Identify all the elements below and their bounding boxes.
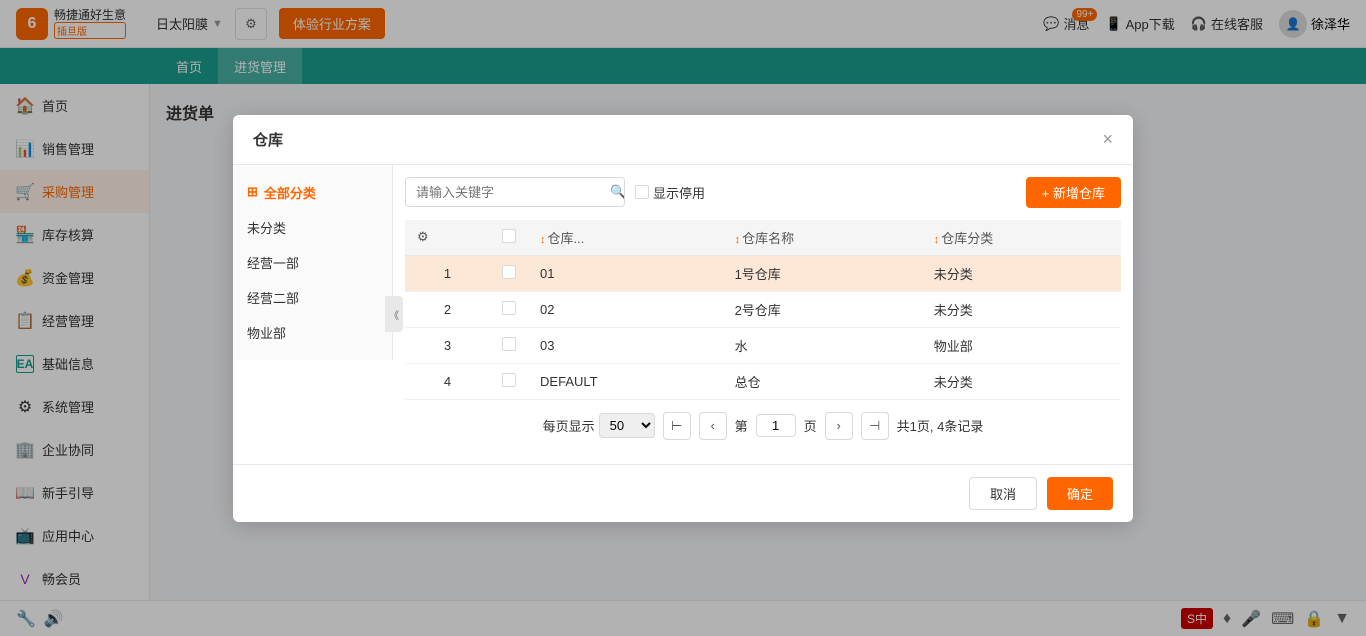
row-category: 未分类 [922, 363, 1121, 399]
row-select-checkbox[interactable] [502, 337, 516, 351]
page-number-input[interactable] [756, 414, 796, 437]
table-header-row: ⚙ ↕仓库... ↕仓库名称 [405, 220, 1121, 256]
grid-icon: ⊞ [247, 184, 258, 200]
row-checkbox[interactable] [490, 255, 528, 291]
category-operations1[interactable]: 经营一部 [233, 245, 392, 280]
row-checkbox[interactable] [490, 363, 528, 399]
select-all-checkbox[interactable] [502, 229, 516, 243]
last-page-button[interactable]: ⊣ [861, 412, 889, 440]
close-icon[interactable]: × [1102, 129, 1113, 150]
next-page-button[interactable]: › [825, 412, 853, 440]
modal-overlay: 仓库 × ⊞ 全部分类 未分类 经营一部 经营二部 物业部 《 [0, 0, 1366, 636]
modal-header: 仓库 × [233, 115, 1133, 165]
cancel-button[interactable]: 取消 [969, 477, 1037, 510]
th-checkbox [490, 220, 528, 256]
row-category: 未分类 [922, 255, 1121, 291]
row-checkbox[interactable] [490, 291, 528, 327]
modal-body: ⊞ 全部分类 未分类 经营一部 经营二部 物业部 《 🔍 [233, 165, 1133, 464]
prev-page-button[interactable]: ‹ [699, 412, 727, 440]
row-num: 1 [405, 255, 490, 291]
row-category: 物业部 [922, 327, 1121, 363]
table-toolbar: 🔍 显示停用 + 新增仓库 [405, 177, 1121, 208]
row-code: 01 [528, 255, 723, 291]
row-num: 4 [405, 363, 490, 399]
table-container: ⚙ ↕仓库... ↕仓库名称 [405, 220, 1121, 400]
row-checkbox[interactable] [490, 327, 528, 363]
row-select-checkbox[interactable] [502, 301, 516, 315]
row-num: 3 [405, 327, 490, 363]
sort-icon-cat: ↕ [934, 234, 940, 246]
row-name: 1号仓库 [723, 255, 922, 291]
row-name: 水 [723, 327, 922, 363]
show-disabled-toggle[interactable]: 显示停用 [635, 183, 705, 202]
search-icon[interactable]: 🔍 [602, 178, 625, 206]
search-input[interactable] [406, 179, 602, 206]
category-property[interactable]: 物业部 [233, 315, 392, 350]
modal-title: 仓库 [253, 129, 283, 150]
row-select-checkbox[interactable] [502, 265, 516, 279]
row-code: 03 [528, 327, 723, 363]
warehouse-modal: 仓库 × ⊞ 全部分类 未分类 经营一部 经营二部 物业部 《 [233, 115, 1133, 522]
first-page-button[interactable]: ⊢ [663, 412, 691, 440]
collapse-sidebar-button[interactable]: 《 [385, 296, 403, 332]
show-disabled-checkbox[interactable] [635, 185, 649, 199]
warehouse-table: ⚙ ↕仓库... ↕仓库名称 [405, 220, 1121, 400]
row-select-checkbox[interactable] [502, 373, 516, 387]
category-sidebar: ⊞ 全部分类 未分类 经营一部 经营二部 物业部 [233, 165, 393, 360]
category-unclassified[interactable]: 未分类 [233, 210, 392, 245]
category-operations2[interactable]: 经营二部 [233, 280, 392, 315]
row-name: 2号仓库 [723, 291, 922, 327]
th-settings: ⚙ [405, 220, 490, 256]
add-warehouse-button[interactable]: + 新增仓库 [1026, 177, 1121, 208]
table-area: 🔍 显示停用 + 新增仓库 ⚙ [393, 165, 1133, 464]
table-row[interactable]: 4 DEFAULT 总仓 未分类 [405, 363, 1121, 399]
sort-icon: ↕ [540, 234, 546, 246]
search-box: 🔍 [405, 177, 625, 207]
row-num: 2 [405, 291, 490, 327]
confirm-button[interactable]: 确定 [1047, 477, 1113, 510]
table-row[interactable]: 3 03 水 物业部 [405, 327, 1121, 363]
th-name: ↕仓库名称 [723, 220, 922, 256]
row-name: 总仓 [723, 363, 922, 399]
modal-footer: 取消 确定 [233, 464, 1133, 522]
table-row[interactable]: 2 02 2号仓库 未分类 [405, 291, 1121, 327]
row-code: 02 [528, 291, 723, 327]
pagination: 每页显示 50 10 20 100 ⊢ ‹ 第 页 › ⊣ [405, 400, 1121, 452]
category-all[interactable]: ⊞ 全部分类 [233, 175, 392, 210]
gear-icon: ⚙ [417, 229, 429, 244]
th-category: ↕仓库分类 [922, 220, 1121, 256]
sort-icon-name: ↕ [735, 234, 741, 246]
per-page-selector: 每页显示 50 10 20 100 [543, 413, 655, 438]
row-category: 未分类 [922, 291, 1121, 327]
per-page-select[interactable]: 50 10 20 100 [599, 413, 655, 438]
th-code: ↕仓库... [528, 220, 723, 256]
table-row[interactable]: 1 01 1号仓库 未分类 [405, 255, 1121, 291]
row-code: DEFAULT [528, 363, 723, 399]
